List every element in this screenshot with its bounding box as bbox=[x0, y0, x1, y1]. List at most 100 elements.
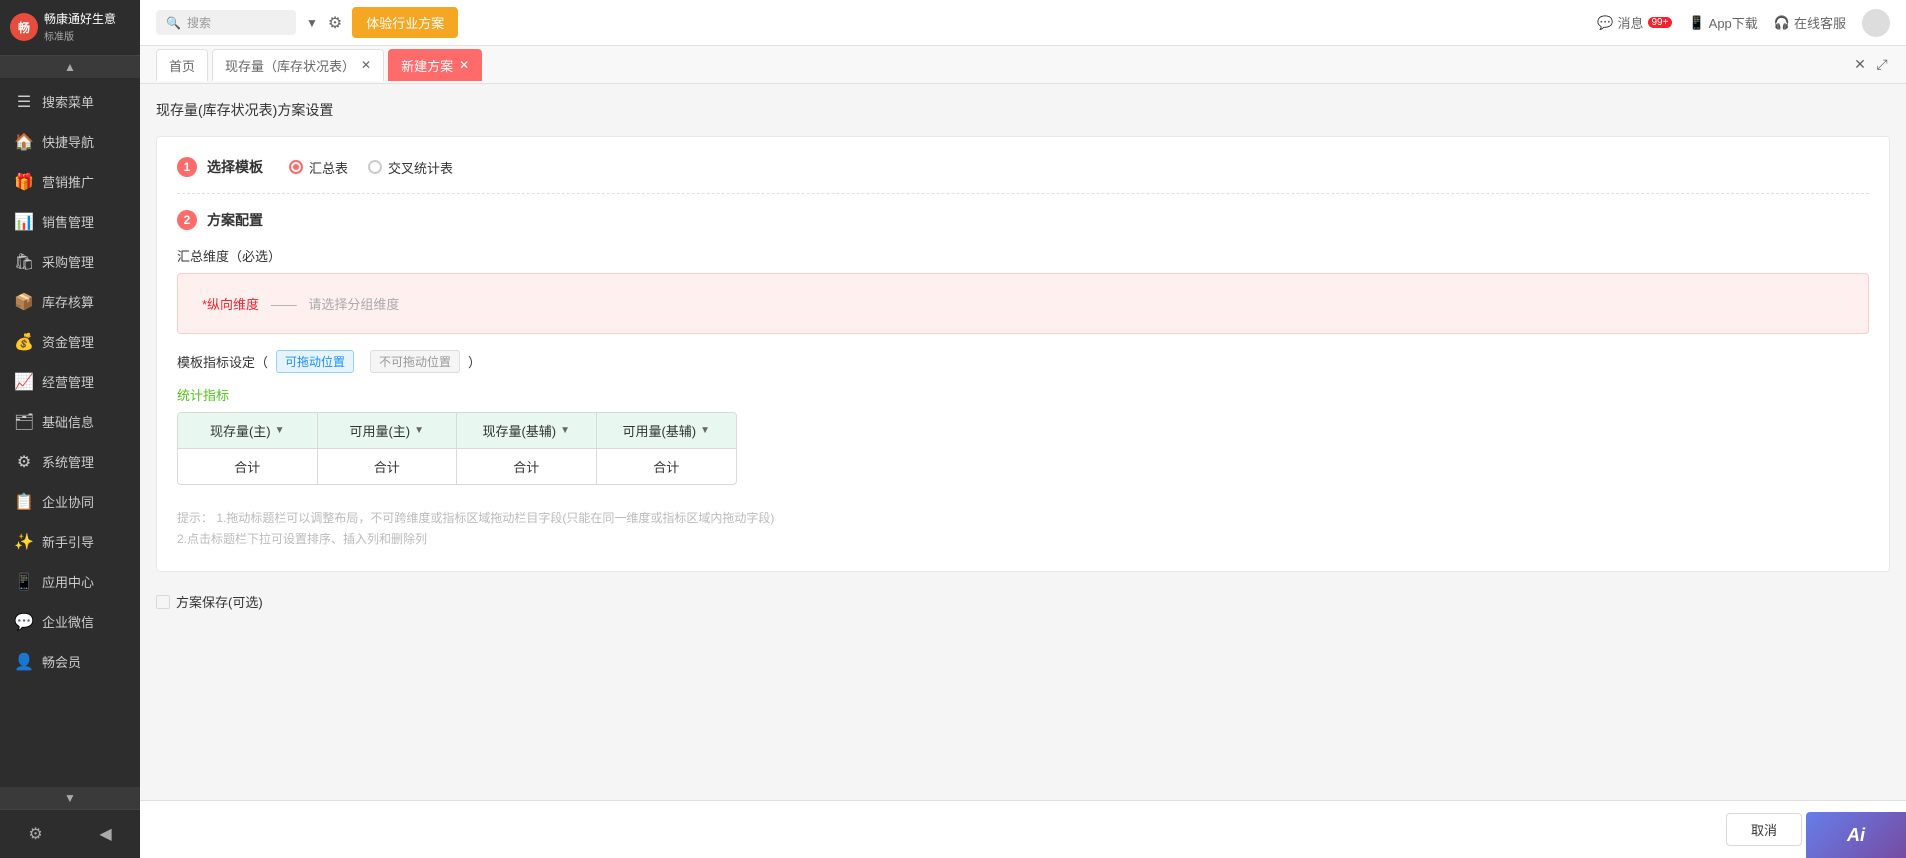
sidebar-item-contracts[interactable]: 📋 企业协同 bbox=[0, 482, 140, 522]
step2-number: 2 bbox=[177, 210, 197, 230]
content-footer: 方案保存(可选) bbox=[156, 592, 1890, 611]
stats-col-2[interactable]: 现存量(基辅) ▼ bbox=[457, 413, 597, 448]
app-name: 畅康通好生意 bbox=[44, 12, 116, 28]
content-area: 现存量(库存状况表)方案设置 1 选择模板 汇总表 交叉统计表 bbox=[140, 84, 1906, 800]
sidebar-item-purchase[interactable]: 🛍 采购管理 bbox=[0, 242, 140, 282]
graph-icon: 📈 bbox=[14, 372, 34, 392]
tab-new-plan-close[interactable]: ✕ bbox=[459, 58, 469, 72]
messages-badge: 99+ bbox=[1648, 17, 1673, 28]
sidebar-item-label: 搜索菜单 bbox=[42, 92, 94, 111]
sidebar-item-system[interactable]: ⚙ 系统管理 bbox=[0, 442, 140, 482]
sidebar-item-basics[interactable]: 🗂 基础信息 bbox=[0, 402, 140, 442]
sidebar-item-quick-nav[interactable]: 🏠 快捷导航 bbox=[0, 122, 140, 162]
sidebar-nav: ☰ 搜索菜单 🏠 快捷导航 🎁 营销推广 📊 销售管理 🛍 采购管理 📦 库存核… bbox=[0, 78, 140, 787]
tab-new-plan[interactable]: 新建方案 ✕ bbox=[388, 49, 482, 81]
sidebar-item-label: 资金管理 bbox=[42, 332, 94, 351]
tab-new-plan-label: 新建方案 bbox=[401, 56, 453, 75]
app-download-btn[interactable]: 📱 App下载 bbox=[1688, 13, 1757, 32]
settings-btn[interactable]: ⚙ bbox=[22, 818, 48, 850]
sidebar-item-operations[interactable]: 📈 经营管理 bbox=[0, 362, 140, 402]
tab-home[interactable]: 首页 bbox=[156, 49, 208, 81]
app-version: 标准版 bbox=[44, 28, 116, 43]
dimension-separator: —— bbox=[271, 297, 297, 312]
bag-icon: 🛍 bbox=[14, 252, 34, 272]
collapse-btn[interactable]: ◀ bbox=[93, 818, 117, 850]
stats-col-3-label: 可用量(基辅) bbox=[622, 421, 696, 440]
chevron-down-icon-3: ▼ bbox=[700, 425, 710, 436]
sidebar-item-inventory[interactable]: 📦 库存核算 bbox=[0, 282, 140, 322]
main-area: 🔍 搜索 ▼ ⚙ 体验行业方案 💬 消息 99+ 📱 App下载 🎧 在线客服 bbox=[140, 0, 1906, 858]
sidebar-item-new-guide[interactable]: ✨ 新手引导 bbox=[0, 522, 140, 562]
search-placeholder: 搜索 bbox=[187, 14, 211, 31]
save-option-label: 方案保存(可选) bbox=[176, 592, 263, 611]
wechat-icon: 💬 bbox=[14, 612, 34, 632]
sidebar-item-label: 采购管理 bbox=[42, 252, 94, 271]
sidebar-item-label: 畅会员 bbox=[42, 652, 81, 671]
stats-cell-3: 合计 bbox=[597, 448, 737, 484]
search-menu-icon: ☰ bbox=[14, 92, 34, 112]
customer-service-btn[interactable]: 🎧 在线客服 bbox=[1774, 13, 1846, 32]
radio-summary-label: 汇总表 bbox=[309, 158, 348, 177]
tip-line-1: 提示： 1.拖动标题栏可以调整布局，不可跨维度或指标区域拖动栏目字段(只能在同一… bbox=[177, 509, 1869, 526]
tag-draggable: 可拖动位置 bbox=[276, 350, 354, 373]
sidebar: 畅 畅康通好生意 标准版 ▲ ☰ 搜索菜单 🏠 快捷导航 🎁 营销推广 📊 销售… bbox=[0, 0, 140, 858]
save-option: 方案保存(可选) bbox=[156, 592, 1890, 611]
sidebar-item-sales[interactable]: 📊 销售管理 bbox=[0, 202, 140, 242]
tab-inventory-close[interactable]: ✕ bbox=[361, 58, 371, 72]
stats-cell-0: 合计 bbox=[178, 448, 318, 484]
topbar: 🔍 搜索 ▼ ⚙ 体验行业方案 💬 消息 99+ 📱 App下载 🎧 在线客服 bbox=[140, 0, 1906, 46]
contract-icon: 📋 bbox=[14, 492, 34, 512]
folder-icon: 🗂 bbox=[14, 412, 34, 432]
tips-section: 提示： 1.拖动标题栏可以调整布局，不可跨维度或指标区域拖动栏目字段(只能在同一… bbox=[177, 509, 1869, 547]
dimension-placeholder: 请选择分组维度 bbox=[308, 297, 399, 312]
page-title: 现存量(库存状况表)方案设置 bbox=[156, 100, 1890, 120]
chevron-down-icon-0: ▼ bbox=[275, 425, 285, 436]
messages-btn[interactable]: 💬 消息 99+ bbox=[1597, 13, 1672, 32]
message-icon: 💬 bbox=[1597, 15, 1613, 31]
stats-section-title: 统计指标 bbox=[177, 385, 1869, 404]
stats-col-0[interactable]: 现存量(主) ▼ bbox=[178, 413, 318, 448]
app-logo: 畅 畅康通好生意 标准版 bbox=[0, 0, 140, 56]
indicator-label-text: 模板指标设定（ bbox=[177, 352, 268, 371]
money-icon: 💰 bbox=[14, 332, 34, 352]
expand-icon[interactable]: ⤢ bbox=[1874, 57, 1890, 73]
user-avatar[interactable] bbox=[1862, 9, 1890, 37]
sidebar-item-marketing[interactable]: 🎁 营销推广 bbox=[0, 162, 140, 202]
sidebar-item-finance[interactable]: 💰 资金管理 bbox=[0, 322, 140, 362]
tab-home-label: 首页 bbox=[169, 56, 195, 75]
cancel-button[interactable]: 取消 bbox=[1726, 813, 1802, 846]
close-icon[interactable]: ✕ bbox=[1852, 57, 1868, 73]
sidebar-item-wechat[interactable]: 💬 企业微信 bbox=[0, 602, 140, 642]
trial-button[interactable]: 体验行业方案 bbox=[352, 7, 458, 38]
indicator-label-end: ） bbox=[468, 352, 481, 371]
step1-label: 选择模板 bbox=[207, 157, 263, 177]
stats-col-0-label: 现存量(主) bbox=[210, 421, 271, 440]
sidebar-scroll-up[interactable]: ▲ bbox=[0, 56, 140, 78]
customer-service-label: 在线客服 bbox=[1794, 13, 1846, 32]
ai-badge[interactable]: Ai bbox=[1806, 812, 1906, 858]
sidebar-item-members[interactable]: 👤 畅会员 bbox=[0, 642, 140, 682]
sidebar-item-label: 应用中心 bbox=[42, 572, 94, 591]
topbar-right: 💬 消息 99+ 📱 App下载 🎧 在线客服 bbox=[1597, 9, 1890, 37]
sidebar-item-app-center[interactable]: 📱 应用中心 bbox=[0, 562, 140, 602]
sidebar-scroll-down[interactable]: ▼ bbox=[0, 787, 140, 809]
stats-table: 现存量(主) ▼ 可用量(主) ▼ 现存量(基辅) ▼ bbox=[177, 412, 737, 485]
radio-crosstab-circle bbox=[368, 160, 382, 174]
app-download-label: App下载 bbox=[1709, 13, 1758, 32]
stats-col-3[interactable]: 可用量(基辅) ▼ bbox=[597, 413, 737, 448]
sidebar-item-label: 经营管理 bbox=[42, 372, 94, 391]
sidebar-item-search-menu[interactable]: ☰ 搜索菜单 bbox=[0, 82, 140, 122]
step2-row: 2 方案配置 bbox=[177, 210, 1869, 230]
settings-icon[interactable]: ⚙ bbox=[328, 13, 342, 33]
dropdown-arrow[interactable]: ▼ bbox=[306, 16, 318, 30]
dimension-box: *纵向维度 —— 请选择分组维度 bbox=[177, 273, 1869, 334]
tab-inventory-status[interactable]: 现存量（库存状况表） ✕ bbox=[212, 49, 384, 81]
indicator-settings: 模板指标设定（ 可拖动位置 不可拖动位置 ） bbox=[177, 350, 1869, 373]
radio-crosstab[interactable]: 交叉统计表 bbox=[368, 158, 453, 177]
radio-summary[interactable]: 汇总表 bbox=[289, 158, 348, 177]
messages-label: 消息 bbox=[1617, 13, 1643, 32]
save-checkbox[interactable] bbox=[156, 595, 170, 609]
stats-col-1[interactable]: 可用量(主) ▼ bbox=[318, 413, 458, 448]
search-box[interactable]: 🔍 搜索 bbox=[156, 10, 296, 35]
template-radio-group: 汇总表 交叉统计表 bbox=[289, 158, 453, 177]
